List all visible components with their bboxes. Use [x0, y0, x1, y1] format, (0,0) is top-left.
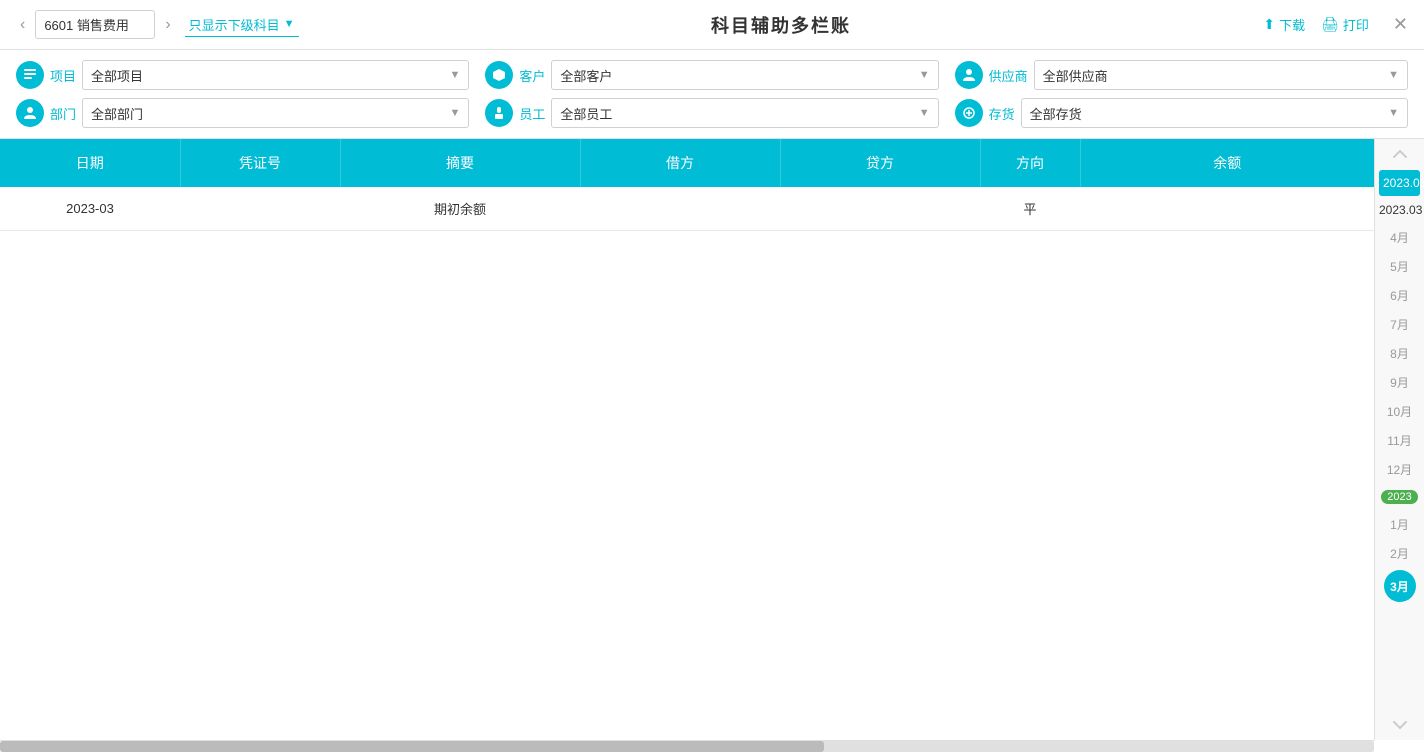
close-button[interactable]: ✕: [1393, 14, 1408, 35]
sidebar-item-4[interactable]: 4月: [1375, 223, 1424, 252]
supplier-chevron-icon: ▼: [1388, 69, 1399, 81]
department-chevron-icon: ▼: [449, 107, 460, 119]
department-select-value: 全部部门: [91, 104, 143, 123]
cell-balance: [1080, 187, 1374, 231]
download-button[interactable]: ⬆ 下载: [1263, 15, 1305, 34]
department-icon: [16, 99, 44, 127]
scrollbar-thumb[interactable]: [0, 741, 824, 752]
sidebar-item-10[interactable]: 10月: [1375, 397, 1424, 426]
customer-chevron-icon: ▼: [919, 69, 930, 81]
page-title: 科目辅助多栏账: [299, 12, 1264, 38]
cell-date: 2023-03: [0, 187, 180, 231]
department-label: 部门: [50, 104, 76, 123]
cell-debit: [580, 187, 780, 231]
sidebar-item-1[interactable]: 1月: [1375, 510, 1424, 539]
inventory-label: 存货: [989, 104, 1015, 123]
table-wrapper: 日期 凭证号 摘要 借方 贷方 方向 余额 2023-03 期初余额: [0, 139, 1374, 740]
sidebar-up-arrow[interactable]: [1375, 139, 1424, 169]
inventory-chevron-icon: ▼: [1388, 107, 1399, 119]
project-chevron-icon: ▼: [449, 69, 460, 81]
show-sub-filter-dropdown[interactable]: 只显示下级科目 ▼: [185, 13, 299, 37]
show-sub-filter-label: 只显示下级科目: [189, 15, 280, 34]
inventory-icon: [955, 99, 983, 127]
project-label: 项目: [50, 66, 76, 85]
sidebar-item-11[interactable]: 11月: [1375, 426, 1424, 455]
project-icon: [16, 61, 44, 89]
department-select[interactable]: 全部部门 ▼: [82, 98, 469, 128]
sidebar-item-2023-03-second[interactable]: 2023.03: [1375, 197, 1424, 223]
header-actions: ⬆ 下载 🖨 打印 ✕: [1263, 14, 1408, 35]
print-icon: 🖨: [1321, 16, 1339, 33]
filter-bar: 项目 全部项目 ▼ 客户 全部客户 ▼: [0, 50, 1424, 139]
filter-row-1: 项目 全部项目 ▼ 客户 全部客户 ▼: [16, 60, 1408, 90]
table-header-row: 日期 凭证号 摘要 借方 贷方 方向 余额: [0, 139, 1374, 187]
print-button[interactable]: 🖨 打印: [1321, 15, 1369, 34]
sidebar-item-9[interactable]: 9月: [1375, 368, 1424, 397]
download-icon: ⬆: [1263, 16, 1275, 33]
main-container: ‹ 6601 销售费用 › 只显示下级科目 ▼ 科目辅助多栏账 ⬆ 下载 🖨 打…: [0, 0, 1424, 752]
nav-next-button[interactable]: ›: [161, 16, 174, 34]
inventory-select-value: 全部存货: [1030, 104, 1082, 123]
sidebar-item-5[interactable]: 5月: [1375, 252, 1424, 281]
supplier-label: 供应商: [989, 66, 1028, 85]
customer-icon: [485, 61, 513, 89]
year-badge-container: 2023: [1375, 484, 1424, 510]
sidebar-down-arrow[interactable]: [1375, 710, 1424, 740]
customer-select[interactable]: 全部客户 ▼: [551, 60, 938, 90]
inventory-select[interactable]: 全部存货 ▼: [1021, 98, 1408, 128]
col-header-debit: 借方: [580, 139, 780, 187]
col-header-balance: 余额: [1080, 139, 1374, 187]
col-header-direction: 方向: [980, 139, 1080, 187]
sidebar-item-8[interactable]: 8月: [1375, 339, 1424, 368]
header-bar: ‹ 6601 销售费用 › 只显示下级科目 ▼ 科目辅助多栏账 ⬆ 下载 🖨 打…: [0, 0, 1424, 50]
download-label: 下载: [1279, 15, 1305, 34]
sidebar-item-7[interactable]: 7月: [1375, 310, 1424, 339]
employee-select[interactable]: 全部员工 ▼: [551, 98, 938, 128]
project-select-value: 全部项目: [91, 66, 143, 85]
col-header-date: 日期: [0, 139, 180, 187]
cell-credit: [780, 187, 980, 231]
customer-label: 客户: [519, 66, 545, 85]
project-filter-item: 项目 全部项目 ▼: [16, 60, 469, 90]
right-sidebar: 2023.03 2023.03 4月 5月 6月 7月 8月 9月 10月 11…: [1374, 139, 1424, 740]
print-label: 打印: [1343, 15, 1369, 34]
supplier-filter-item: 供应商 全部供应商 ▼: [955, 60, 1408, 90]
inventory-filter-item: 存货 全部存货 ▼: [955, 98, 1408, 128]
sidebar-item-12[interactable]: 12月: [1375, 455, 1424, 484]
employee-icon: [485, 99, 513, 127]
year-badge-2023: 2023: [1381, 490, 1417, 504]
nav-prev-button[interactable]: ‹: [16, 16, 29, 34]
employee-filter-item: 员工 全部员工 ▼: [485, 98, 938, 128]
sidebar-item-3-current[interactable]: 3月: [1384, 570, 1416, 602]
col-header-voucher: 凭证号: [180, 139, 340, 187]
customer-filter-item: 客户 全部客户 ▼: [485, 60, 938, 90]
project-select[interactable]: 全部项目 ▼: [82, 60, 469, 90]
supplier-icon: [955, 61, 983, 89]
cell-direction: 平: [980, 187, 1080, 231]
scrollbar-track: [0, 741, 1374, 752]
chevron-down-icon: ▼: [284, 18, 295, 30]
employee-select-value: 全部员工: [560, 104, 612, 123]
department-filter-item: 部门 全部部门 ▼: [16, 98, 469, 128]
data-table: 日期 凭证号 摘要 借方 贷方 方向 余额 2023-03 期初余额: [0, 139, 1374, 231]
cell-voucher: [180, 187, 340, 231]
sidebar-item-2[interactable]: 2月: [1375, 539, 1424, 568]
account-code-display: 6601 销售费用: [35, 10, 155, 39]
sidebar-item-2023-03-first[interactable]: 2023.03: [1379, 170, 1420, 196]
employee-label: 员工: [519, 104, 545, 123]
customer-select-value: 全部客户: [560, 66, 612, 85]
horizontal-scrollbar[interactable]: [0, 740, 1374, 752]
cell-summary: 期初余额: [340, 187, 580, 231]
filter-row-2: 部门 全部部门 ▼ 员工 全部员工 ▼: [16, 98, 1408, 128]
sidebar-item-6[interactable]: 6月: [1375, 281, 1424, 310]
supplier-select[interactable]: 全部供应商 ▼: [1034, 60, 1408, 90]
employee-chevron-icon: ▼: [919, 107, 930, 119]
col-header-credit: 贷方: [780, 139, 980, 187]
supplier-select-value: 全部供应商: [1043, 66, 1108, 85]
col-header-summary: 摘要: [340, 139, 580, 187]
table-row: 2023-03 期初余额 平: [0, 187, 1374, 231]
